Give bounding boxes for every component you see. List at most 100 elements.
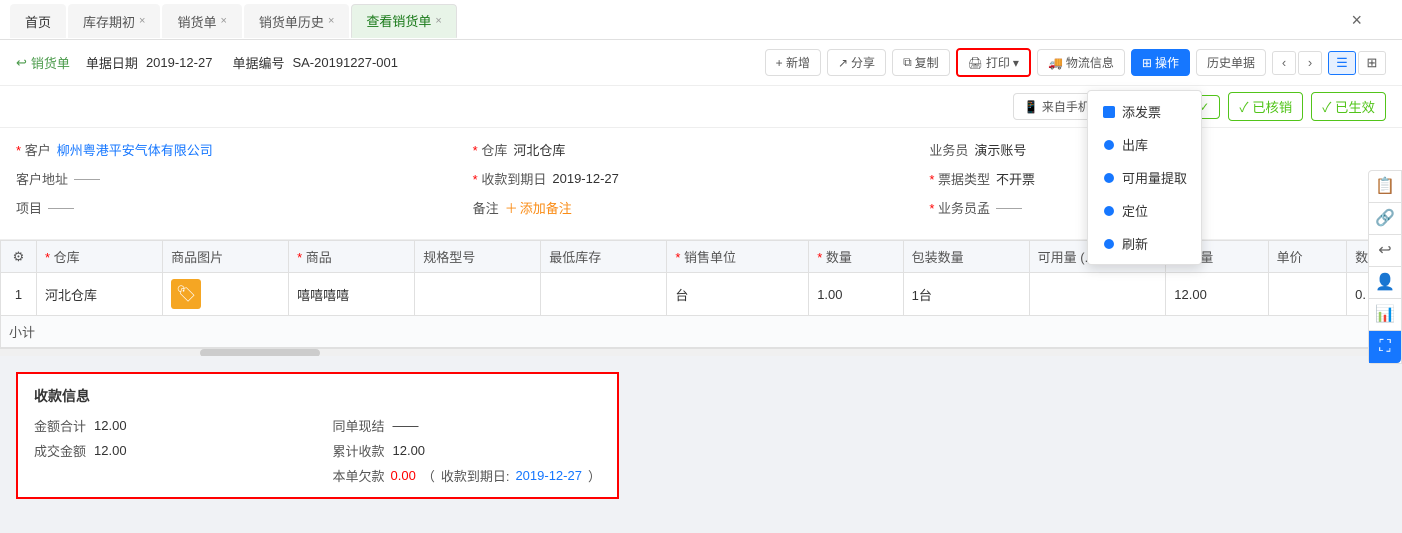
project-field: 项目 ——	[16, 198, 473, 217]
outbound-label: 出库	[1122, 135, 1148, 154]
salesperson2-label: * 业务员孟	[929, 198, 990, 217]
cumulative-label: 累计收款	[332, 441, 384, 460]
same-order-label: 同单现结	[332, 416, 384, 435]
warehouse-field: * 仓库 河北仓库	[473, 140, 930, 159]
prev-arrow[interactable]: ‹	[1272, 51, 1296, 75]
copy-label: 复制	[915, 54, 939, 71]
row-image: 🏷	[163, 273, 289, 316]
available-qty-item[interactable]: 可用量提取	[1088, 161, 1201, 194]
customer-value[interactable]: 柳州粤港平安气体有限公司	[57, 140, 213, 159]
share-label: 分享	[851, 54, 875, 71]
product-image: 🏷	[171, 279, 201, 309]
sidebar-icon-6[interactable]: ⛶	[1369, 331, 1401, 363]
row-spec	[415, 273, 541, 316]
operation-button[interactable]: ⊞ 操作	[1131, 49, 1190, 76]
add-note-btn[interactable]: ＋ 添加备注	[505, 198, 572, 217]
doc-meta: 单据日期 2019-12-27 单据编号 SA-20191227-001	[86, 53, 398, 72]
phone-icon: 📱	[1024, 100, 1039, 114]
note-field: 备注 ＋ 添加备注	[473, 198, 930, 217]
col-settings[interactable]: ⚙	[1, 241, 37, 273]
sidebar-icon-3[interactable]: ↩	[1369, 235, 1401, 267]
col-product: * 商品	[289, 241, 415, 273]
history-button[interactable]: 历史单据	[1196, 49, 1266, 76]
locate-item[interactable]: 定位	[1088, 194, 1201, 227]
window-close-btn[interactable]: ×	[1351, 10, 1362, 31]
row-warehouse: 河北仓库	[37, 273, 163, 316]
tab-sales-order[interactable]: 销货单 ×	[162, 4, 241, 38]
add-invoice-item[interactable]: 添发票	[1088, 95, 1201, 128]
available-qty-icon	[1102, 171, 1116, 185]
tab-history-label: 销货单历史	[259, 12, 324, 31]
tab-home[interactable]: 首页	[10, 4, 66, 38]
address-value: ——	[74, 171, 100, 186]
payment-area: 收款信息 金额合计 12.00 同单现结 —— 成交金额 12.00 累计收款 …	[0, 356, 1402, 515]
doc-header: ↩ 销货单 单据日期 2019-12-27 单据编号 SA-20191227-0…	[0, 40, 1402, 86]
add-button[interactable]: + 新增	[765, 49, 821, 76]
total-amount-value: 12.00	[94, 418, 127, 433]
warehouse-label: * 仓库	[473, 140, 508, 159]
print-label: 打印	[986, 54, 1010, 71]
transaction-value: 12.00	[94, 443, 127, 458]
tab-view-close[interactable]: ×	[435, 15, 441, 27]
tab-sales-close[interactable]: ×	[220, 15, 226, 27]
locate-label: 定位	[1122, 201, 1148, 220]
add-note-label: 添加备注	[520, 198, 572, 217]
check-icon: ✓	[1239, 100, 1248, 115]
payment-title: 收款信息	[34, 386, 601, 406]
sidebar-icon-2[interactable]: 🔗	[1369, 203, 1401, 235]
sidebar-icon-5[interactable]: 📊	[1369, 299, 1401, 331]
tab-inventory-label: 库存期初	[83, 12, 135, 31]
col-image: 商品图片	[163, 241, 289, 273]
row-stock: 12.00	[1166, 273, 1268, 316]
arrears-due-value: 2019-12-27	[515, 468, 582, 483]
logistics-button[interactable]: 🚚 物流信息	[1037, 49, 1125, 76]
nav-arrows: ‹ ›	[1272, 51, 1322, 75]
table-row: 1 河北仓库 🏷 嘻嘻嘻嘻 台 1.00 1台 12.00	[1, 273, 1402, 316]
transaction-row: 成交金额 12.00	[34, 441, 302, 460]
print-button[interactable]: 🖨 打印 ▾	[956, 48, 1031, 77]
col-pack-qty: 包装数量	[903, 241, 1029, 273]
tab-view-sales[interactable]: 查看销货单 ×	[351, 4, 456, 38]
project-value: ——	[48, 200, 74, 215]
doc-number-value: SA-20191227-001	[292, 55, 398, 70]
ticket-type-value: 不开票	[996, 169, 1035, 188]
customer-field: * 客户 柳州粤港平安气体有限公司	[16, 140, 473, 159]
share-button[interactable]: ↗ 分享	[827, 49, 886, 76]
tab-inventory-close[interactable]: ×	[139, 15, 145, 27]
circle-icon-3	[1104, 206, 1114, 216]
scroll-thumb[interactable]	[200, 349, 320, 356]
doc-actions: + 新增 ↗ 分享 ⧉ 复制 🖨 打印 ▾ 🚚 物流信息 ⊞ 操作	[765, 48, 1386, 77]
total-amount-label: 金额合计	[34, 416, 86, 435]
cumulative-row: 累计收款 12.00	[332, 441, 600, 460]
sidebar-icon-1[interactable]: 📋	[1369, 171, 1401, 203]
right-sidebar: 📋 🔗 ↩ 👤 📊 ⛶	[1368, 170, 1402, 364]
table-scroll-bar[interactable]	[0, 348, 1402, 356]
total-amount-row: 金额合计 12.00	[34, 416, 302, 435]
arrears-note: （	[422, 466, 435, 485]
tab-sales-history[interactable]: 销货单历史 ×	[244, 4, 349, 38]
refresh-item[interactable]: 刷新	[1088, 227, 1201, 260]
refresh-icon	[1102, 237, 1116, 251]
grid-view-btn[interactable]: ⊞	[1358, 51, 1386, 75]
project-label: 项目	[16, 198, 42, 217]
col-warehouse: * 仓库	[37, 241, 163, 273]
sidebar-icon-4[interactable]: 👤	[1369, 267, 1401, 299]
copy-icon: ⧉	[903, 55, 912, 70]
share-icon: ↗	[838, 56, 848, 70]
copy-button[interactable]: ⧉ 复制	[892, 49, 950, 76]
print-dropdown-arrow: ▾	[1013, 56, 1019, 70]
tab-home-label: 首页	[25, 12, 51, 31]
row-product: 嘻嘻嘻嘻	[289, 273, 415, 316]
operation-icon: ⊞	[1142, 56, 1152, 70]
next-arrow[interactable]: ›	[1298, 51, 1322, 75]
doc-number-label: 单据编号	[232, 53, 284, 72]
row-pack-qty: 1台	[903, 273, 1029, 316]
effect-check-icon: ✓	[1322, 100, 1331, 115]
payment-section: 收款信息 金额合计 12.00 同单现结 —— 成交金额 12.00 累计收款 …	[16, 372, 619, 499]
circle-icon-4	[1104, 239, 1114, 249]
col-price: 单价	[1268, 241, 1347, 273]
outbound-item[interactable]: 出库	[1088, 128, 1201, 161]
tab-inventory-init[interactable]: 库存期初 ×	[68, 4, 160, 38]
tab-history-close[interactable]: ×	[328, 15, 334, 27]
list-view-btn[interactable]: ☰	[1328, 51, 1356, 75]
